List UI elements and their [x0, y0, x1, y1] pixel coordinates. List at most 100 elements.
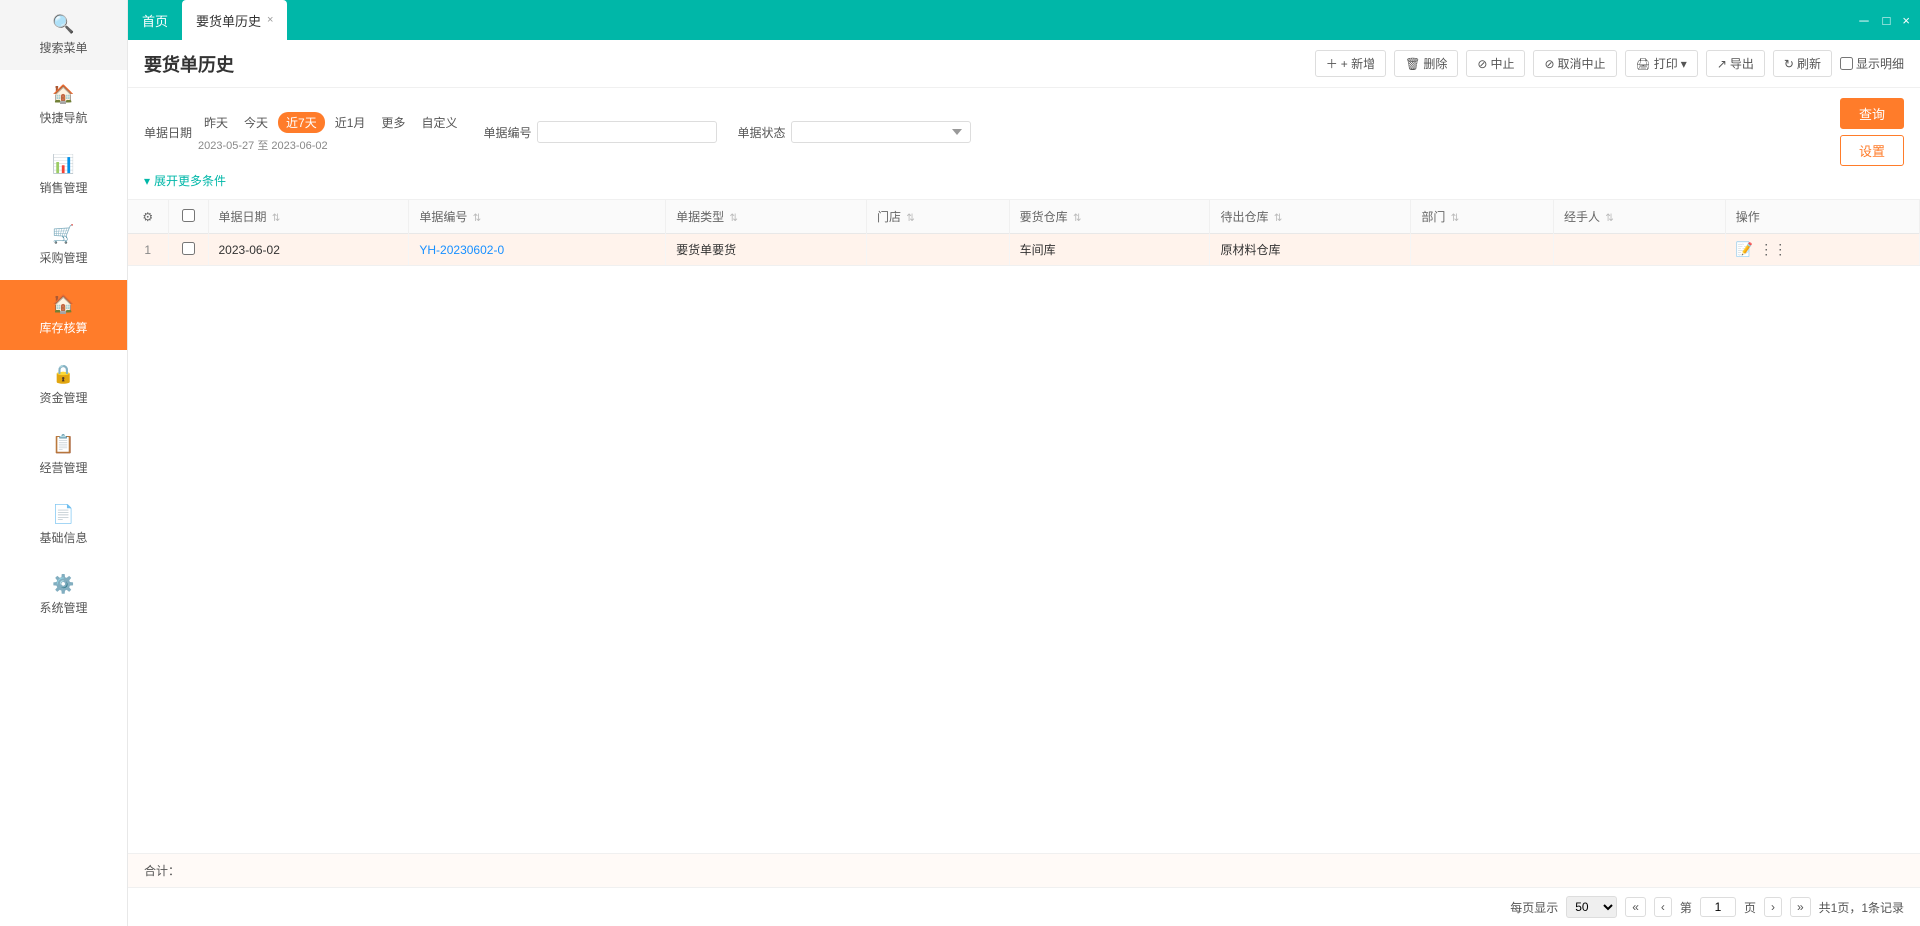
- row-handler: [1554, 234, 1726, 266]
- tab-requisition-history[interactable]: 要货单历史 ×: [182, 0, 287, 40]
- refresh-label: 刷新: [1797, 55, 1821, 72]
- more-action-icon[interactable]: ⋮⋮: [1759, 241, 1787, 258]
- col-checkbox[interactable]: [168, 200, 208, 234]
- sort-req-warehouse-icon: ⇅: [1073, 213, 1081, 224]
- window-close-btn[interactable]: ×: [1902, 13, 1910, 28]
- pagination-bar: 每页显示 10 20 50 100 « ‹ 第 页 › » 共1页，1条记录: [128, 887, 1920, 926]
- cancel-stop-label: 取消中止: [1558, 55, 1606, 72]
- page-title: 要货单历史: [144, 51, 1307, 77]
- expand-more-btn[interactable]: ▾ 展开更多条件: [144, 172, 1904, 189]
- display-detail-checkbox[interactable]: [1840, 57, 1853, 70]
- date-opt-7days[interactable]: 近7天: [278, 112, 325, 133]
- delete-label: 删除: [1423, 55, 1447, 72]
- col-doc-date[interactable]: 单据日期 ⇅: [208, 200, 409, 234]
- sidebar-item-basic-info[interactable]: 📄 基础信息: [0, 490, 127, 560]
- tab-close-icon[interactable]: ×: [267, 14, 273, 26]
- next-page-btn[interactable]: ›: [1764, 897, 1782, 917]
- col-action: 操作: [1725, 200, 1919, 234]
- row-doc-date: 2023-06-02: [208, 234, 409, 266]
- query-button[interactable]: 查询: [1840, 98, 1904, 129]
- doc-no-input[interactable]: [537, 121, 717, 143]
- date-opt-today[interactable]: 今天: [238, 112, 274, 133]
- print-button[interactable]: 🖨 打印 ▾: [1625, 50, 1698, 77]
- col-req-warehouse[interactable]: 要货仓库 ⇅: [1009, 200, 1210, 234]
- page-size-label: 每页显示: [1510, 899, 1558, 916]
- page-size-select[interactable]: 10 20 50 100: [1566, 896, 1617, 918]
- doc-no-label: 单据编号: [483, 124, 531, 141]
- sidebar-item-inventory-calc[interactable]: 🏠 库存核算: [0, 280, 127, 350]
- sidebar-item-ops-mgmt[interactable]: 📋 经营管理: [0, 420, 127, 490]
- sort-doc-date-icon: ⇅: [272, 213, 280, 224]
- sort-handler-icon: ⇅: [1605, 213, 1613, 224]
- sidebar-item-label: 基础信息: [39, 529, 87, 546]
- sidebar: 🔍 搜索菜单 🏠 快捷导航 📊 销售管理 🛒 采购管理 🏠 库存核算 🔒 资金管…: [0, 0, 128, 926]
- date-opt-more[interactable]: 更多: [375, 112, 411, 133]
- sidebar-item-system-mgmt[interactable]: ⚙️ 系统管理: [0, 560, 127, 630]
- prev-page-btn[interactable]: ‹: [1654, 897, 1672, 917]
- row-doc-no: YH-20230602-0: [409, 234, 666, 266]
- edit-action-icon[interactable]: 📝: [1736, 241, 1753, 258]
- window-minimize-btn[interactable]: －: [1858, 11, 1871, 30]
- row-dept: [1411, 234, 1554, 266]
- refresh-button[interactable]: ↻ 刷新: [1773, 50, 1832, 77]
- row-checkbox[interactable]: [182, 242, 195, 255]
- table-header-row: ⚙ 单据日期 ⇅ 单据编号 ⇅: [128, 200, 1920, 234]
- date-opt-yesterday[interactable]: 昨天: [198, 112, 234, 133]
- doc-status-label: 单据状态: [737, 124, 785, 141]
- export-label: 导出: [1730, 55, 1754, 72]
- sidebar-item-search-menu[interactable]: 🔍 搜索菜单: [0, 0, 127, 70]
- delete-icon: 🗑: [1405, 57, 1420, 71]
- col-pending-warehouse[interactable]: 待出仓库 ⇅: [1210, 200, 1411, 234]
- stop-label: 中止: [1490, 55, 1514, 72]
- col-store[interactable]: 门店 ⇅: [866, 200, 1009, 234]
- table-area: ⚙ 单据日期 ⇅ 单据编号 ⇅: [128, 200, 1920, 853]
- first-page-btn[interactable]: «: [1625, 897, 1646, 917]
- sidebar-item-label: 经营管理: [39, 459, 87, 476]
- cancel-stop-button[interactable]: ⊘ 取消中止: [1533, 50, 1616, 77]
- row-checkbox-cell[interactable]: [168, 234, 208, 266]
- quick-nav-icon: 🏠: [52, 84, 74, 105]
- col-handler[interactable]: 经手人 ⇅: [1554, 200, 1726, 234]
- refresh-icon: ↻: [1784, 57, 1794, 71]
- settings-gear-icon[interactable]: ⚙: [142, 210, 153, 224]
- sidebar-item-sales-mgmt[interactable]: 📊 销售管理: [0, 140, 127, 210]
- page-number-input[interactable]: [1700, 897, 1736, 917]
- doc-status-select[interactable]: [791, 121, 971, 143]
- stop-button[interactable]: ⊘ 中止: [1466, 50, 1525, 77]
- sidebar-item-quick-nav[interactable]: 🏠 快捷导航: [0, 70, 127, 140]
- select-all-checkbox[interactable]: [182, 209, 195, 222]
- delete-button[interactable]: 🗑 删除: [1394, 50, 1458, 77]
- sort-pending-warehouse-icon: ⇅: [1274, 213, 1282, 224]
- date-opt-1month[interactable]: 近1月: [329, 112, 372, 133]
- new-button[interactable]: ＋ + 新增: [1315, 50, 1386, 77]
- summary-bar: 合计：: [128, 853, 1920, 887]
- doc-no-link[interactable]: YH-20230602-0: [419, 243, 504, 257]
- new-icon: ＋: [1326, 55, 1338, 72]
- col-dept[interactable]: 部门 ⇅: [1411, 200, 1554, 234]
- export-icon: ↗: [1717, 57, 1727, 71]
- col-settings[interactable]: ⚙: [128, 200, 168, 234]
- sidebar-item-finance-mgmt[interactable]: 🔒 资金管理: [0, 350, 127, 420]
- date-opt-custom[interactable]: 自定义: [415, 112, 463, 133]
- sidebar-item-purchase-mgmt[interactable]: 🛒 采购管理: [0, 210, 127, 280]
- summary-label: 合计：: [144, 864, 180, 878]
- col-doc-no[interactable]: 单据编号 ⇅: [409, 200, 666, 234]
- topbar-right: － □ ×: [1858, 11, 1920, 30]
- display-detail-toggle[interactable]: 显示明细: [1840, 55, 1904, 72]
- window-maximize-btn[interactable]: □: [1883, 13, 1891, 28]
- row-seq: 1: [128, 234, 168, 266]
- row-req-warehouse: 车间库: [1009, 234, 1210, 266]
- action-icons: 📝 ⋮⋮: [1736, 241, 1909, 258]
- system-icon: ⚙️: [52, 574, 74, 595]
- settings-button[interactable]: 设置: [1840, 135, 1904, 166]
- col-doc-type[interactable]: 单据类型 ⇅: [666, 200, 867, 234]
- row-action-cell: 📝 ⋮⋮: [1725, 234, 1919, 266]
- last-page-btn[interactable]: »: [1790, 897, 1811, 917]
- purchase-icon: 🛒: [52, 224, 74, 245]
- date-range-text: 2023-05-27 至 2023-06-02: [198, 137, 463, 153]
- tab-home[interactable]: 首页: [128, 0, 182, 40]
- export-button[interactable]: ↗ 导出: [1706, 50, 1765, 77]
- sidebar-item-label: 搜索菜单: [39, 39, 87, 56]
- date-filter-options: 昨天 今天 近7天 近1月 更多 自定义: [198, 112, 463, 133]
- table-row: 1 2023-06-02 YH-20230602-0 要货单要货 车间库 原材料…: [128, 234, 1920, 266]
